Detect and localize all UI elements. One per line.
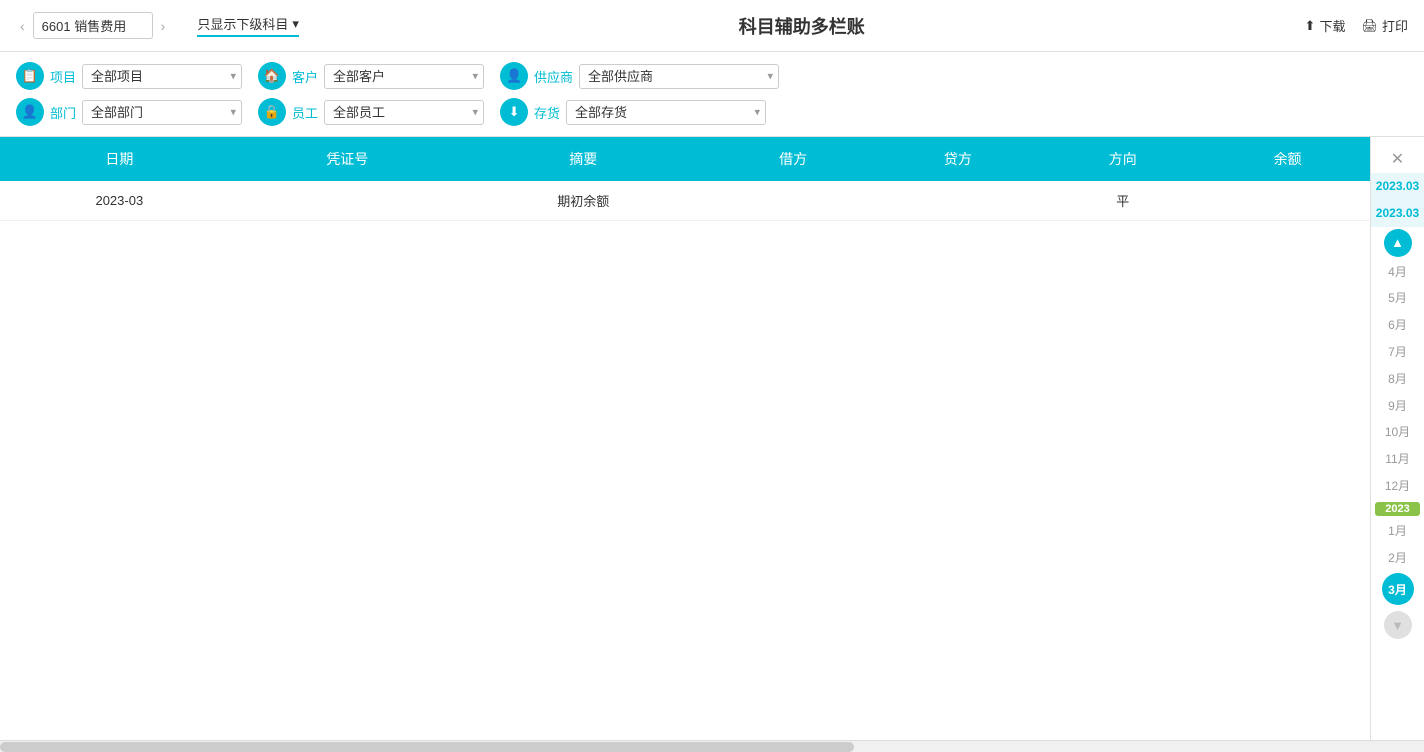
print-icon: 🖨 (1361, 18, 1378, 34)
download-icon: ⬆ (1305, 18, 1316, 34)
table-header-row: 日期 凭证号 摘要 借方 贷方 方向 余额 (0, 137, 1370, 181)
sidebar-item-month-12[interactable]: 12月 (1371, 473, 1424, 500)
filter-area: 📋 项目 全部项目 🏠 客户 全部客户 👤 供应商 (0, 52, 1424, 137)
project-select-wrapper: 全部项目 (82, 64, 242, 89)
account-code-box: 6601 销售费用 (33, 12, 153, 39)
col-balance: 余额 (1205, 137, 1370, 181)
customer-icon: 🏠 (258, 62, 286, 90)
cell-credit (876, 181, 1041, 221)
cell-direction: 平 (1040, 181, 1205, 221)
sidebar-item-2023-03-2[interactable]: 2023.03 (1371, 200, 1424, 227)
cell-balance (1205, 181, 1370, 221)
sidebar-item-month-8[interactable]: 8月 (1371, 366, 1424, 393)
next-account-button[interactable]: › (157, 16, 170, 36)
top-actions: ⬆ 下载 🖨 打印 (1305, 16, 1408, 35)
close-button[interactable]: ✕ (1371, 145, 1424, 173)
filter-row-1: 📋 项目 全部项目 🏠 客户 全部客户 👤 供应商 (16, 62, 1408, 90)
sidebar-item-month-4[interactable]: 4月 (1371, 259, 1424, 286)
dept-select-wrapper: 全部部门 (82, 100, 242, 125)
filter-item-customer: 🏠 客户 全部客户 (258, 62, 484, 90)
dept-icon: 👤 (16, 98, 44, 126)
cell-summary: 期初余额 (456, 181, 711, 221)
bottom-scrollbar[interactable] (0, 740, 1424, 752)
customer-select-wrapper: 全部客户 (324, 64, 484, 89)
customer-label: 客户 (292, 67, 318, 86)
inventory-select[interactable]: 全部存货 (566, 100, 766, 125)
download-button[interactable]: ⬆ 下载 (1305, 16, 1346, 35)
sidebar-item-month-3-active[interactable]: 3月 (1382, 573, 1414, 605)
col-direction: 方向 (1040, 137, 1205, 181)
download-label: 下载 (1319, 16, 1345, 35)
sidebar-item-2023-03-top[interactable]: 2023.03 (1371, 173, 1424, 200)
filter-item-employee: 🔒 员工 全部员工 (258, 98, 484, 126)
sidebar-item-month-11[interactable]: 11月 (1371, 446, 1424, 473)
sidebar-item-month-6[interactable]: 6月 (1371, 312, 1424, 339)
inventory-select-wrapper: 全部存货 (566, 100, 766, 125)
sidebar-item-month-7[interactable]: 7月 (1371, 339, 1424, 366)
down-arrow-button[interactable]: ▼ (1384, 611, 1412, 639)
supplier-select-wrapper: 全部供应商 (579, 64, 779, 89)
prev-account-button[interactable]: ‹ (16, 16, 29, 36)
nav-left: ‹ 6601 销售费用 › 只显示下级科目 ▾ (16, 12, 299, 39)
filter-item-project: 📋 项目 全部项目 (16, 62, 242, 90)
project-icon: 📋 (16, 62, 44, 90)
year-badge-2023: 2023 (1375, 502, 1420, 516)
col-debit: 借方 (711, 137, 876, 181)
print-label: 打印 (1382, 16, 1408, 35)
employee-select-wrapper: 全部员工 (324, 100, 484, 125)
show-sub-label: 只显示下级科目 (197, 14, 288, 33)
scrollbar-thumb[interactable] (0, 742, 854, 752)
table-row[interactable]: 2023-03 期初余额 平 (0, 181, 1370, 221)
ledger-table: 日期 凭证号 摘要 借方 贷方 方向 余额 2023-03 期初余额 平 (0, 137, 1370, 221)
filter-item-supplier: 👤 供应商 全部供应商 (500, 62, 779, 90)
scrollbar-track (0, 741, 1424, 752)
up-arrow-button[interactable]: ▲ (1384, 229, 1412, 257)
col-summary: 摘要 (456, 137, 711, 181)
page-title: 科目辅助多栏账 (299, 13, 1305, 39)
sidebar-item-month-9[interactable]: 9月 (1371, 393, 1424, 420)
cell-voucher (239, 181, 456, 221)
project-label: 项目 (50, 67, 76, 86)
inventory-label: 存货 (534, 103, 560, 122)
table-area: 日期 凭证号 摘要 借方 贷方 方向 余额 2023-03 期初余额 平 (0, 137, 1370, 740)
dept-label: 部门 (50, 103, 76, 122)
filter-item-dept: 👤 部门 全部部门 (16, 98, 242, 126)
show-sub-dropdown[interactable]: 只显示下级科目 ▾ (197, 14, 299, 37)
dept-select[interactable]: 全部部门 (82, 100, 242, 125)
project-select[interactable]: 全部项目 (82, 64, 242, 89)
sidebar-item-month-5[interactable]: 5月 (1371, 285, 1424, 312)
supplier-label: 供应商 (534, 67, 573, 86)
sidebar-item-month-2[interactable]: 2月 (1371, 545, 1424, 572)
supplier-select[interactable]: 全部供应商 (579, 64, 779, 89)
sidebar-item-month-10[interactable]: 10月 (1371, 419, 1424, 446)
print-button[interactable]: 🖨 打印 (1361, 16, 1408, 35)
supplier-icon: 👤 (500, 62, 528, 90)
cell-debit (711, 181, 876, 221)
inventory-icon: ⬇ (500, 98, 528, 126)
employee-icon: 🔒 (258, 98, 286, 126)
cell-date: 2023-03 (0, 181, 239, 221)
customer-select[interactable]: 全部客户 (324, 64, 484, 89)
right-sidebar: ✕ 2023.03 2023.03 ▲ 4月 5月 6月 7月 8月 9月 10… (1370, 137, 1424, 740)
table-body: 2023-03 期初余额 平 (0, 181, 1370, 221)
filter-item-inventory: ⬇ 存货 全部存货 (500, 98, 766, 126)
sidebar-item-month-1[interactable]: 1月 (1371, 518, 1424, 545)
col-date: 日期 (0, 137, 239, 181)
employee-select[interactable]: 全部员工 (324, 100, 484, 125)
main-container: ‹ 6601 销售费用 › 只显示下级科目 ▾ 科目辅助多栏账 ⬆ 下载 🖨 打… (0, 0, 1424, 752)
filter-row-2: 👤 部门 全部部门 🔒 员工 全部员工 ⬇ 存货 (16, 98, 1408, 126)
col-voucher: 凭证号 (239, 137, 456, 181)
top-bar: ‹ 6601 销售费用 › 只显示下级科目 ▾ 科目辅助多栏账 ⬆ 下载 🖨 打… (0, 0, 1424, 52)
col-credit: 贷方 (876, 137, 1041, 181)
employee-label: 员工 (292, 103, 318, 122)
